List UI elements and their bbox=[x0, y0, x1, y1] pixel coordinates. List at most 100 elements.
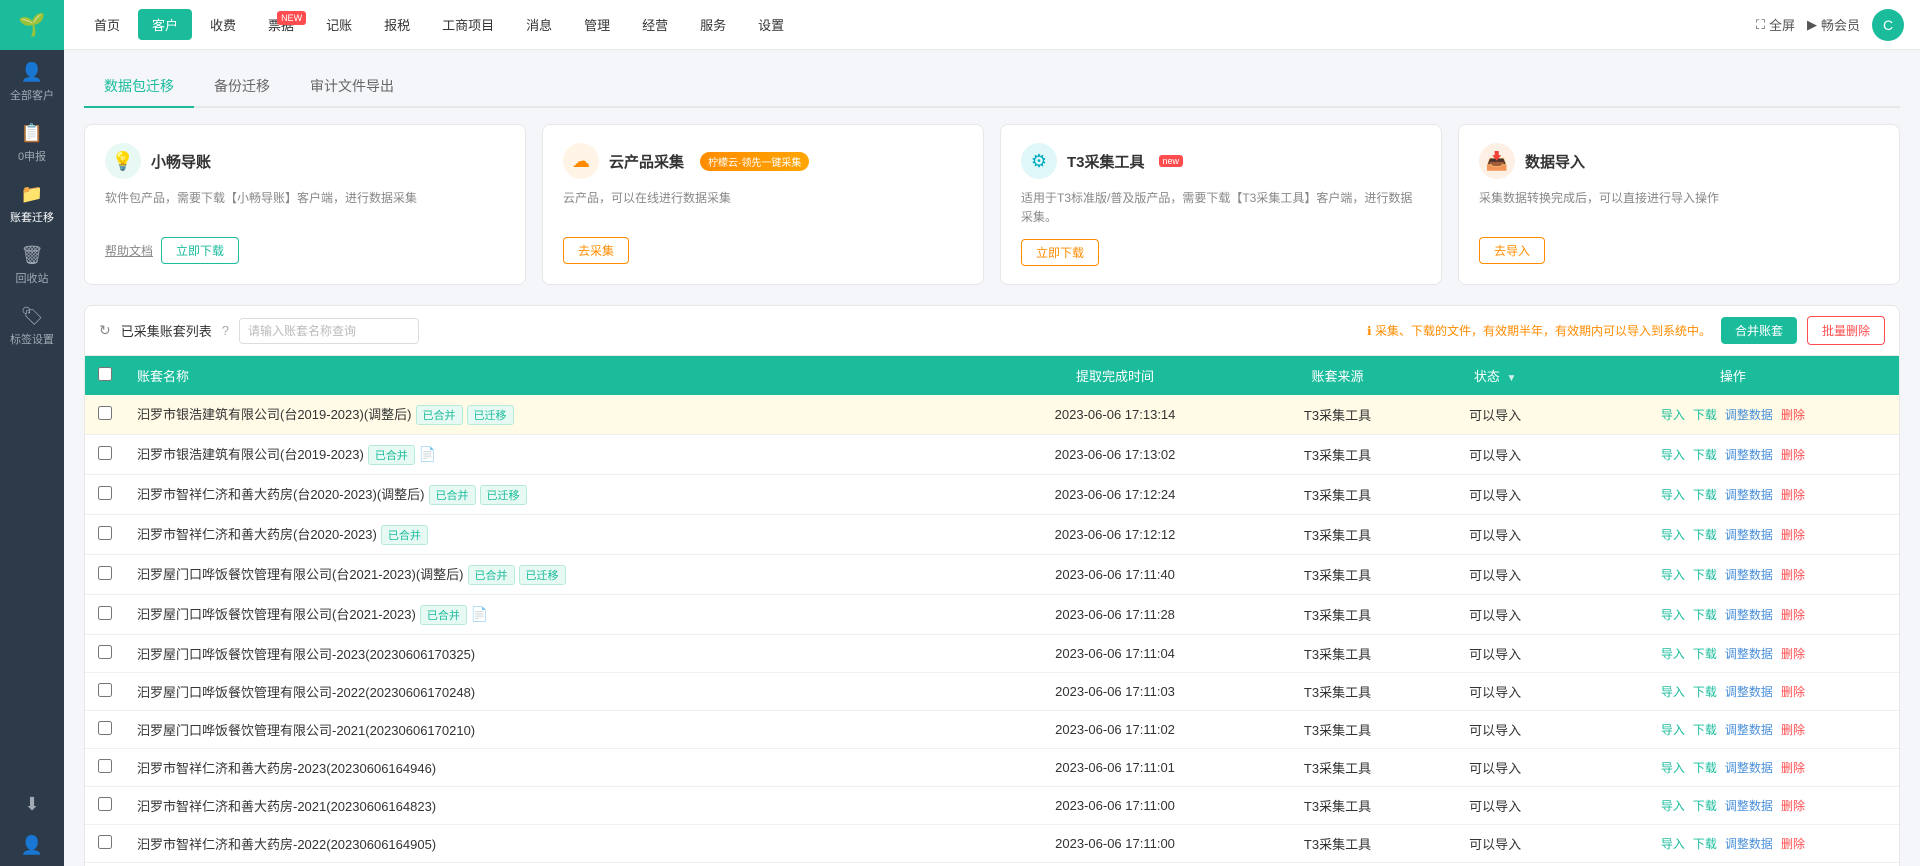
action-导入[interactable]: 导入 bbox=[1661, 488, 1685, 502]
user-avatar[interactable]: C bbox=[1872, 9, 1904, 41]
topnav-item-business[interactable]: 工商项目 bbox=[428, 9, 508, 40]
action-调整数据[interactable]: 调整数据 bbox=[1725, 528, 1773, 542]
sidebar-item-zero-report[interactable]: 📋 0申报 bbox=[0, 111, 64, 172]
topnav-item-operations[interactable]: 经营 bbox=[628, 9, 682, 40]
action-调整数据[interactable]: 调整数据 bbox=[1725, 608, 1773, 622]
action-下载[interactable]: 下载 bbox=[1693, 647, 1717, 661]
topnav-item-clients[interactable]: 客户 bbox=[138, 9, 192, 40]
action-调整数据[interactable]: 调整数据 bbox=[1725, 799, 1773, 813]
topnav-item-fees[interactable]: 收费 bbox=[196, 9, 250, 40]
cloud-collect-btn[interactable]: 去采集 bbox=[563, 237, 629, 264]
select-all-checkbox[interactable] bbox=[98, 367, 112, 381]
row-checkbox[interactable] bbox=[98, 606, 112, 620]
row-checkbox[interactable] bbox=[98, 566, 112, 580]
action-下载[interactable]: 下载 bbox=[1693, 837, 1717, 851]
action-删除[interactable]: 删除 bbox=[1781, 408, 1805, 422]
action-下载[interactable]: 下载 bbox=[1693, 408, 1717, 422]
topnav-item-bills[interactable]: 票据 NEW bbox=[254, 9, 308, 40]
topnav-item-service[interactable]: 服务 bbox=[686, 9, 740, 40]
sidebar-item-all-clients[interactable]: 👤 全部客户 bbox=[0, 50, 64, 111]
row-actions: 导入下载调整数据删除 bbox=[1567, 555, 1899, 595]
row-checkbox[interactable] bbox=[98, 526, 112, 540]
sidebar-item-tag-settings[interactable]: 🏷 标签设置 bbox=[0, 294, 64, 355]
action-删除[interactable]: 删除 bbox=[1781, 799, 1805, 813]
action-删除[interactable]: 删除 bbox=[1781, 685, 1805, 699]
topnav-item-manage[interactable]: 管理 bbox=[570, 9, 624, 40]
batch-delete-btn[interactable]: 批量删除 bbox=[1807, 316, 1885, 345]
row-checkbox[interactable] bbox=[98, 721, 112, 735]
topnav-item-messages[interactable]: 消息 bbox=[512, 9, 566, 40]
action-下载[interactable]: 下载 bbox=[1693, 608, 1717, 622]
action-下载[interactable]: 下载 bbox=[1693, 723, 1717, 737]
row-checkbox[interactable] bbox=[98, 645, 112, 659]
refresh-icon[interactable]: ↻ bbox=[99, 322, 111, 339]
row-name-text: 汩罗市智祥仁济和善大药房(台2020-2023)(调整后) bbox=[137, 487, 425, 502]
row-checkbox[interactable] bbox=[98, 446, 112, 460]
row-checkbox[interactable] bbox=[98, 759, 112, 773]
action-下载[interactable]: 下载 bbox=[1693, 488, 1717, 502]
action-导入[interactable]: 导入 bbox=[1661, 408, 1685, 422]
search-btn[interactable]: 🔍 bbox=[411, 319, 419, 343]
row-checkbox[interactable] bbox=[98, 797, 112, 811]
t3-download-btn[interactable]: 立即下载 bbox=[1021, 239, 1099, 266]
action-调整数据[interactable]: 调整数据 bbox=[1725, 448, 1773, 462]
row-checkbox[interactable] bbox=[98, 406, 112, 420]
action-删除[interactable]: 删除 bbox=[1781, 761, 1805, 775]
action-导入[interactable]: 导入 bbox=[1661, 799, 1685, 813]
vip-btn[interactable]: ▶ 畅会员 bbox=[1807, 15, 1860, 34]
action-删除[interactable]: 删除 bbox=[1781, 488, 1805, 502]
action-导入[interactable]: 导入 bbox=[1661, 723, 1685, 737]
xiaochang-help-link[interactable]: 帮助文档 bbox=[105, 242, 153, 259]
action-导入[interactable]: 导入 bbox=[1661, 761, 1685, 775]
import-go-btn[interactable]: 去导入 bbox=[1479, 237, 1545, 264]
action-调整数据[interactable]: 调整数据 bbox=[1725, 647, 1773, 661]
action-导入[interactable]: 导入 bbox=[1661, 528, 1685, 542]
action-删除[interactable]: 删除 bbox=[1781, 608, 1805, 622]
action-下载[interactable]: 下载 bbox=[1693, 528, 1717, 542]
action-调整数据[interactable]: 调整数据 bbox=[1725, 837, 1773, 851]
merge-accounts-btn[interactable]: 合并账套 bbox=[1721, 317, 1797, 344]
row-checkbox[interactable] bbox=[98, 683, 112, 697]
sidebar-item-user-settings[interactable]: 👤 bbox=[0, 825, 64, 866]
search-input[interactable] bbox=[240, 320, 411, 342]
action-下载[interactable]: 下载 bbox=[1693, 761, 1717, 775]
action-调整数据[interactable]: 调整数据 bbox=[1725, 723, 1773, 737]
action-导入[interactable]: 导入 bbox=[1661, 608, 1685, 622]
row-checkbox[interactable] bbox=[98, 835, 112, 849]
topnav-item-home[interactable]: 首页 bbox=[80, 9, 134, 40]
sidebar-item-account-migrate[interactable]: 📁 账套迁移 bbox=[0, 172, 64, 233]
action-下载[interactable]: 下载 bbox=[1693, 685, 1717, 699]
action-导入[interactable]: 导入 bbox=[1661, 647, 1685, 661]
action-删除[interactable]: 删除 bbox=[1781, 528, 1805, 542]
list-help-icon[interactable]: ? bbox=[222, 323, 229, 338]
row-checkbox[interactable] bbox=[98, 486, 112, 500]
action-下载[interactable]: 下载 bbox=[1693, 448, 1717, 462]
fullscreen-btn[interactable]: ⛶ 全屏 bbox=[1756, 15, 1795, 34]
action-删除[interactable]: 删除 bbox=[1781, 723, 1805, 737]
action-调整数据[interactable]: 调整数据 bbox=[1725, 685, 1773, 699]
action-调整数据[interactable]: 调整数据 bbox=[1725, 408, 1773, 422]
tab-backup-migration[interactable]: 备份迁移 bbox=[194, 66, 290, 108]
row-actions: 导入下载调整数据删除 bbox=[1567, 711, 1899, 749]
action-导入[interactable]: 导入 bbox=[1661, 837, 1685, 851]
sidebar-item-recycle[interactable]: 🗑 回收站 bbox=[0, 233, 64, 294]
action-下载[interactable]: 下载 bbox=[1693, 568, 1717, 582]
action-调整数据[interactable]: 调整数据 bbox=[1725, 761, 1773, 775]
action-删除[interactable]: 删除 bbox=[1781, 448, 1805, 462]
topnav-item-tax[interactable]: 报税 bbox=[370, 9, 424, 40]
action-调整数据[interactable]: 调整数据 bbox=[1725, 488, 1773, 502]
xiaochang-download-btn[interactable]: 立即下载 bbox=[161, 237, 239, 264]
action-调整数据[interactable]: 调整数据 bbox=[1725, 568, 1773, 582]
action-删除[interactable]: 删除 bbox=[1781, 647, 1805, 661]
tab-data-migration[interactable]: 数据包迁移 bbox=[84, 66, 194, 108]
topnav-item-settings[interactable]: 设置 bbox=[744, 9, 798, 40]
action-导入[interactable]: 导入 bbox=[1661, 685, 1685, 699]
action-删除[interactable]: 删除 bbox=[1781, 568, 1805, 582]
tab-audit-export[interactable]: 审计文件导出 bbox=[290, 66, 414, 108]
action-删除[interactable]: 删除 bbox=[1781, 837, 1805, 851]
topnav-item-bookkeeping[interactable]: 记账 bbox=[312, 9, 366, 40]
action-下载[interactable]: 下载 bbox=[1693, 799, 1717, 813]
sidebar-item-download[interactable]: ⬇ bbox=[0, 784, 64, 825]
action-导入[interactable]: 导入 bbox=[1661, 448, 1685, 462]
action-导入[interactable]: 导入 bbox=[1661, 568, 1685, 582]
